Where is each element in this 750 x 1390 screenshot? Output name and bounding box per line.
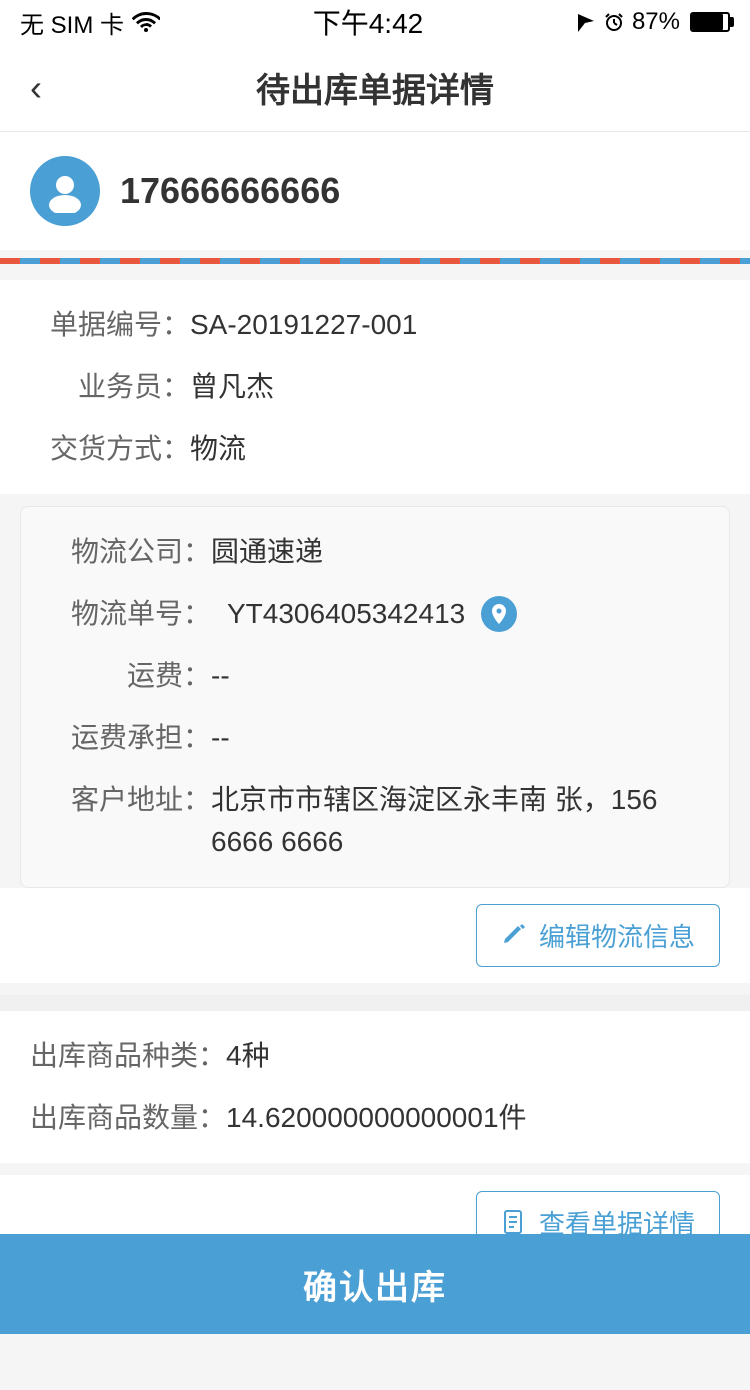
logistics-company-label: 物流公司： <box>51 531 211 573</box>
edit-icon <box>501 922 529 950</box>
customer-phone: 17666666666 <box>120 170 340 212</box>
product-types-label: 出库商品种类： <box>30 1035 226 1077</box>
confirm-label: 确认出库 <box>303 1260 447 1309</box>
order-no-label: 单据编号： <box>30 304 190 346</box>
address-value: 北京市市辖区海淀区永丰南 张，156 6666 6666 <box>211 779 699 863</box>
edit-logistics-label: 编辑物流信息 <box>539 917 695 954</box>
status-bar-right: 87% <box>576 8 730 36</box>
salesman-value: 曾凡杰 <box>190 366 720 408</box>
alarm-icon <box>604 12 624 32</box>
tracking-number: YT4306405342413 <box>227 593 465 635</box>
edit-logistics-button[interactable]: 编辑物流信息 <box>476 904 720 967</box>
product-summary-section: 出库商品种类： 4种 出库商品数量： 14.620000000000001件 <box>0 1011 750 1163</box>
battery-percent: 87% <box>632 8 680 36</box>
logistics-company-row: 物流公司： 圆通速递 <box>51 531 699 573</box>
address-label: 客户地址： <box>51 779 211 821</box>
tracking-label: 物流单号： <box>51 593 211 635</box>
delivery-method-value: 物流 <box>190 428 720 470</box>
status-bar: 无 SIM 卡 下午4:42 87% <box>0 0 750 44</box>
salesman-label: 业务员： <box>30 366 190 408</box>
user-icon <box>43 169 87 213</box>
nav-bar: ‹ 待出库单据详情 <box>0 44 750 132</box>
document-icon <box>501 1209 529 1237</box>
tracking-row: 物流单号： YT4306405342413 <box>51 593 699 635</box>
status-bar-left: 无 SIM 卡 <box>20 5 160 40</box>
address-row: 客户地址： 北京市市辖区海淀区永丰南 张，156 6666 6666 <box>51 779 699 863</box>
page-content: 17666666666 单据编号： SA-20191227-001 业务员： 曾… <box>0 132 750 1390</box>
back-button[interactable]: ‹ <box>30 67 42 109</box>
wifi-icon <box>132 12 160 32</box>
edit-logistics-container: 编辑物流信息 <box>0 888 750 983</box>
product-types-value: 4种 <box>226 1035 720 1077</box>
delivery-method-label: 交货方式： <box>30 428 190 470</box>
battery-icon <box>690 12 730 32</box>
freight-label: 运费： <box>51 655 211 697</box>
tracking-location-icon[interactable] <box>481 596 517 632</box>
page-title: 待出库单据详情 <box>256 63 494 112</box>
delivery-method-row: 交货方式： 物流 <box>30 428 720 470</box>
freight-bearer-value: -- <box>211 717 699 759</box>
confirm-button[interactable]: 确认出库 <box>0 1234 750 1334</box>
product-quantity-row: 出库商品数量： 14.620000000000001件 <box>30 1097 720 1139</box>
freight-row: 运费： -- <box>51 655 699 697</box>
location-arrow-icon <box>576 12 596 32</box>
salesman-row: 业务员： 曾凡杰 <box>30 366 720 408</box>
carrier-text: 无 SIM 卡 <box>20 5 124 40</box>
dashed-separator <box>0 258 750 264</box>
order-info-section: 单据编号： SA-20191227-001 业务员： 曾凡杰 交货方式： 物流 <box>0 280 750 494</box>
order-no-row: 单据编号： SA-20191227-001 <box>30 304 720 346</box>
status-bar-time: 下午4:42 <box>313 2 424 42</box>
order-no-value: SA-20191227-001 <box>190 304 720 346</box>
freight-bearer-row: 运费承担： -- <box>51 717 699 759</box>
product-quantity-value: 14.620000000000001件 <box>226 1097 720 1139</box>
logistics-company-value: 圆通速递 <box>211 531 699 573</box>
customer-avatar <box>30 156 100 226</box>
customer-card: 17666666666 <box>0 132 750 250</box>
section-divider <box>0 995 750 1011</box>
logistics-card: 物流公司： 圆通速递 物流单号： YT4306405342413 运费： -- … <box>20 506 730 888</box>
map-pin-icon <box>488 603 510 625</box>
product-quantity-label: 出库商品数量： <box>30 1097 226 1139</box>
freight-bearer-label: 运费承担： <box>51 717 211 759</box>
product-types-row: 出库商品种类： 4种 <box>30 1035 720 1077</box>
freight-value: -- <box>211 655 699 697</box>
